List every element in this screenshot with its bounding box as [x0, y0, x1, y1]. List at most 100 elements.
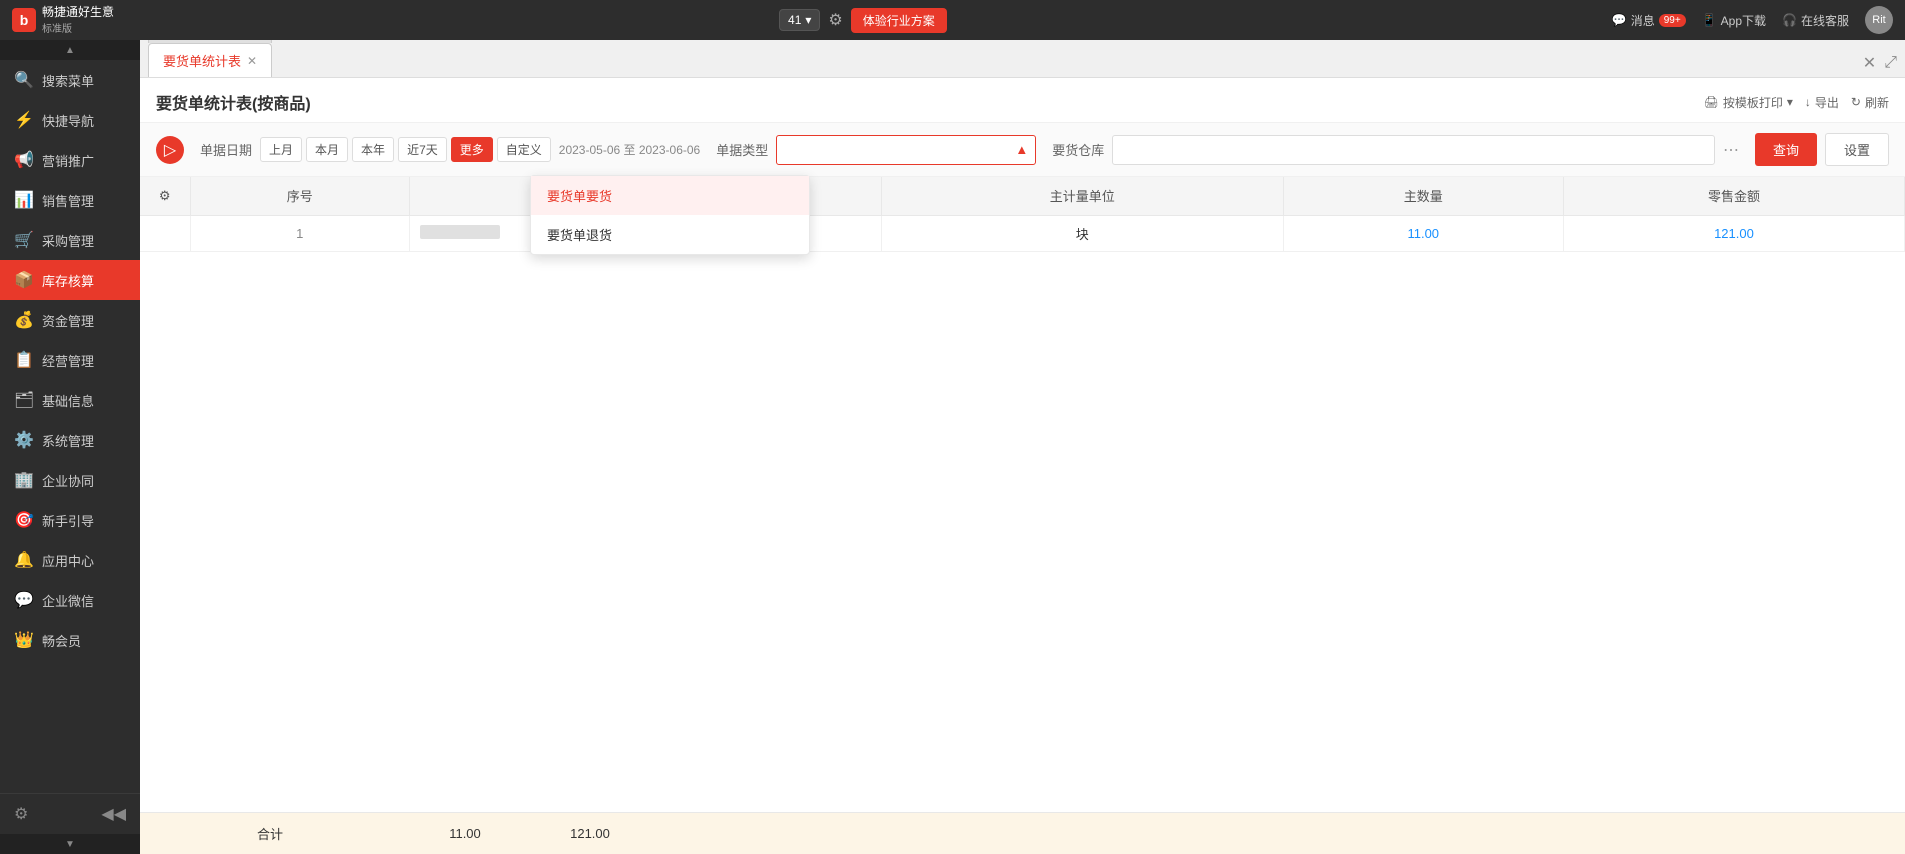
date-btn-custom[interactable]: 自定义 — [497, 137, 551, 162]
table-header-row: ⚙ 序号 商品 主计量单位 主数量 零售金额 — [140, 177, 1905, 215]
data-table: ⚙ 序号 商品 主计量单位 主数量 零售金额 1 块 11.00 121.00 — [140, 177, 1905, 252]
store-selector[interactable]: 41 ▾ — [779, 9, 820, 31]
table-row: 1 块 11.00 121.00 — [140, 215, 1905, 251]
sidebar-item-marketing[interactable]: 📢 营销推广 — [0, 140, 140, 180]
app-download-item[interactable]: 📱 App下载 — [1702, 12, 1766, 29]
online-service-item[interactable]: 🎧 在线客服 — [1782, 12, 1849, 29]
close-all-icon[interactable]: ✕ — [1863, 53, 1876, 73]
store-name: 41 — [788, 13, 801, 27]
sidebar-label-sales: 销售管理 — [42, 191, 94, 210]
sidebar-label-inventory: 库存核算 — [42, 271, 94, 290]
sidebar-item-shortcut[interactable]: ⚡ 快捷导航 — [0, 100, 140, 140]
sidebar-icon-basic: 🗂 — [14, 390, 34, 410]
footer-label: 合计 — [150, 824, 350, 843]
sidebar-icon-inventory: 📦 — [14, 270, 34, 290]
sidebar-item-inventory[interactable]: 📦 库存核算 — [0, 260, 140, 300]
print-icon: 🖨 — [1704, 95, 1719, 109]
sidebar-label-guide: 新手引导 — [42, 511, 94, 530]
type-dropdown: 要货单要货 要货单退货 — [530, 175, 810, 255]
tab-label-order-summary: 要货单统计表 — [163, 51, 241, 70]
date-range-text: 2023-05-06 至 2023-06-06 — [559, 141, 700, 158]
sidebar-scroll-up[interactable]: ▲ — [0, 40, 140, 60]
tab-close-order-summary[interactable]: ✕ — [247, 55, 257, 67]
sidebar-icon-appstore: 🔔 — [14, 550, 34, 570]
sidebar-item-basic[interactable]: 🗂 基础信息 — [0, 380, 140, 420]
date-btn-up[interactable]: 上月 — [260, 137, 302, 162]
export-icon: ↓ — [1805, 95, 1811, 109]
chevron-down-icon: ▾ — [805, 13, 811, 27]
header-right: 💬 消息 99+ 📱 App下载 🎧 在线客服 Rit — [1612, 6, 1893, 34]
type-select-input[interactable] — [776, 135, 1036, 165]
tab-order-summary[interactable]: 要货单统计表 ✕ — [148, 43, 272, 77]
date-label: 单据日期 — [200, 140, 252, 159]
sidebar-item-purchase[interactable]: 🛒 采购管理 — [0, 220, 140, 260]
sidebar-item-system[interactable]: ⚙️ 系统管理 — [0, 420, 140, 460]
sidebar-bottom: ⚙ ◀◀ — [0, 793, 140, 834]
sidebar-scroll-down[interactable]: ▼ — [0, 834, 140, 854]
sidebar-items: 🔍 搜索菜单 ⚡ 快捷导航 📢 营销推广 📊 销售管理 🛒 采购管理 📦 库存核… — [0, 60, 140, 660]
gear-icon[interactable]: ⚙ — [828, 10, 842, 30]
app-download-label: App下载 — [1721, 12, 1766, 29]
sidebar-item-finance[interactable]: 💰 资金管理 — [0, 300, 140, 340]
message-label: 消息 — [1631, 12, 1655, 29]
sidebar-label-operation: 经营管理 — [42, 351, 94, 370]
sidebar-item-wechat[interactable]: 💬 企业微信 — [0, 580, 140, 620]
date-btn-year[interactable]: 本年 — [352, 137, 394, 162]
export-action[interactable]: ↓ 导出 — [1805, 94, 1839, 111]
download-icon: 📱 — [1702, 13, 1717, 27]
sidebar-item-guide[interactable]: 🎯 新手引导 — [0, 500, 140, 540]
query-button[interactable]: 查询 — [1755, 133, 1817, 166]
message-badge: 99+ — [1659, 14, 1686, 27]
page-header: 要货单统计表(按商品) 🖨 按模板打印 ▾ ↓ 导出 ↻ 刷新 — [140, 78, 1905, 123]
type-select-wrapper: ▲ — [776, 135, 1036, 165]
collapse-icon[interactable]: ◀◀ — [101, 804, 126, 824]
dropdown-item-order[interactable]: 要货单要货 — [531, 176, 809, 215]
settings-col-header[interactable]: ⚙ — [140, 177, 190, 215]
sidebar-item-member[interactable]: 👑 畅会员 — [0, 620, 140, 660]
sidebar-item-sales[interactable]: 📊 销售管理 — [0, 180, 140, 220]
fullscreen-icon[interactable]: ⤢ — [1884, 54, 1897, 72]
date-buttons: 上月 本月 本年 近7天 更多 自定义 — [260, 137, 551, 162]
header-left: b 畅捷通好生意 标准版 — [12, 5, 114, 34]
sidebar-item-appstore[interactable]: 🔔 应用中心 — [0, 540, 140, 580]
footer-qty: 11.00 — [350, 826, 500, 841]
sidebar-icon-search: 🔍 — [14, 70, 34, 90]
sidebar-icon-guide: 🎯 — [14, 510, 34, 530]
message-item[interactable]: 💬 消息 99+ — [1612, 12, 1686, 29]
sidebar-label-basic: 基础信息 — [42, 391, 94, 410]
sidebar-icon-sales: 📊 — [14, 190, 34, 210]
sidebar-item-operation[interactable]: 📋 经营管理 — [0, 340, 140, 380]
date-btn-more[interactable]: 更多 — [451, 137, 493, 162]
sidebar: ▲ 🔍 搜索菜单 ⚡ 快捷导航 📢 营销推广 📊 销售管理 🛒 采购管理 📦 库… — [0, 40, 140, 854]
refresh-action[interactable]: ↻ 刷新 — [1851, 94, 1889, 111]
num-col-header: 序号 — [190, 177, 410, 215]
type-label: 单据类型 — [716, 140, 768, 159]
dropdown-item-return[interactable]: 要货单退货 — [531, 215, 809, 254]
sidebar-icon-finance: 💰 — [14, 310, 34, 330]
print-action[interactable]: 🖨 按模板打印 ▾ — [1704, 94, 1793, 111]
unit-col-header: 主计量单位 — [881, 177, 1283, 215]
warehouse-input[interactable] — [1112, 135, 1715, 165]
sidebar-item-enterprise[interactable]: 🏢 企业协同 — [0, 460, 140, 500]
sidebar-label-wechat: 企业微信 — [42, 591, 94, 610]
trial-button[interactable]: 体验行业方案 — [851, 8, 947, 33]
avatar[interactable]: Rit — [1865, 6, 1893, 34]
date-btn-week[interactable]: 近7天 — [398, 137, 447, 162]
tab-list: 首页库存批次账✕收发存汇总表✕要货单统计表✕ — [148, 40, 274, 77]
warehouse-filter-group: 要货仓库 ⋯ — [1052, 135, 1739, 165]
sidebar-label-member: 畅会员 — [42, 631, 81, 650]
more-icon[interactable]: ⋯ — [1723, 140, 1739, 160]
warehouse-label: 要货仓库 — [1052, 140, 1104, 159]
sidebar-item-search[interactable]: 🔍 搜索菜单 — [0, 60, 140, 100]
sidebar-icon-member: 👑 — [14, 630, 34, 650]
row-settings — [140, 215, 190, 251]
service-icon: 🎧 — [1782, 13, 1797, 27]
settings-button[interactable]: 设置 — [1825, 133, 1889, 166]
filter-expand-button[interactable]: ▷ — [156, 136, 184, 164]
row-amount: 121.00 — [1563, 215, 1904, 251]
row-unit: 块 — [881, 215, 1283, 251]
date-btn-current[interactable]: 本月 — [306, 137, 348, 162]
settings-icon[interactable]: ⚙ — [14, 804, 28, 824]
user-name: Rit — [1872, 14, 1885, 26]
sidebar-label-marketing: 营销推广 — [42, 151, 94, 170]
